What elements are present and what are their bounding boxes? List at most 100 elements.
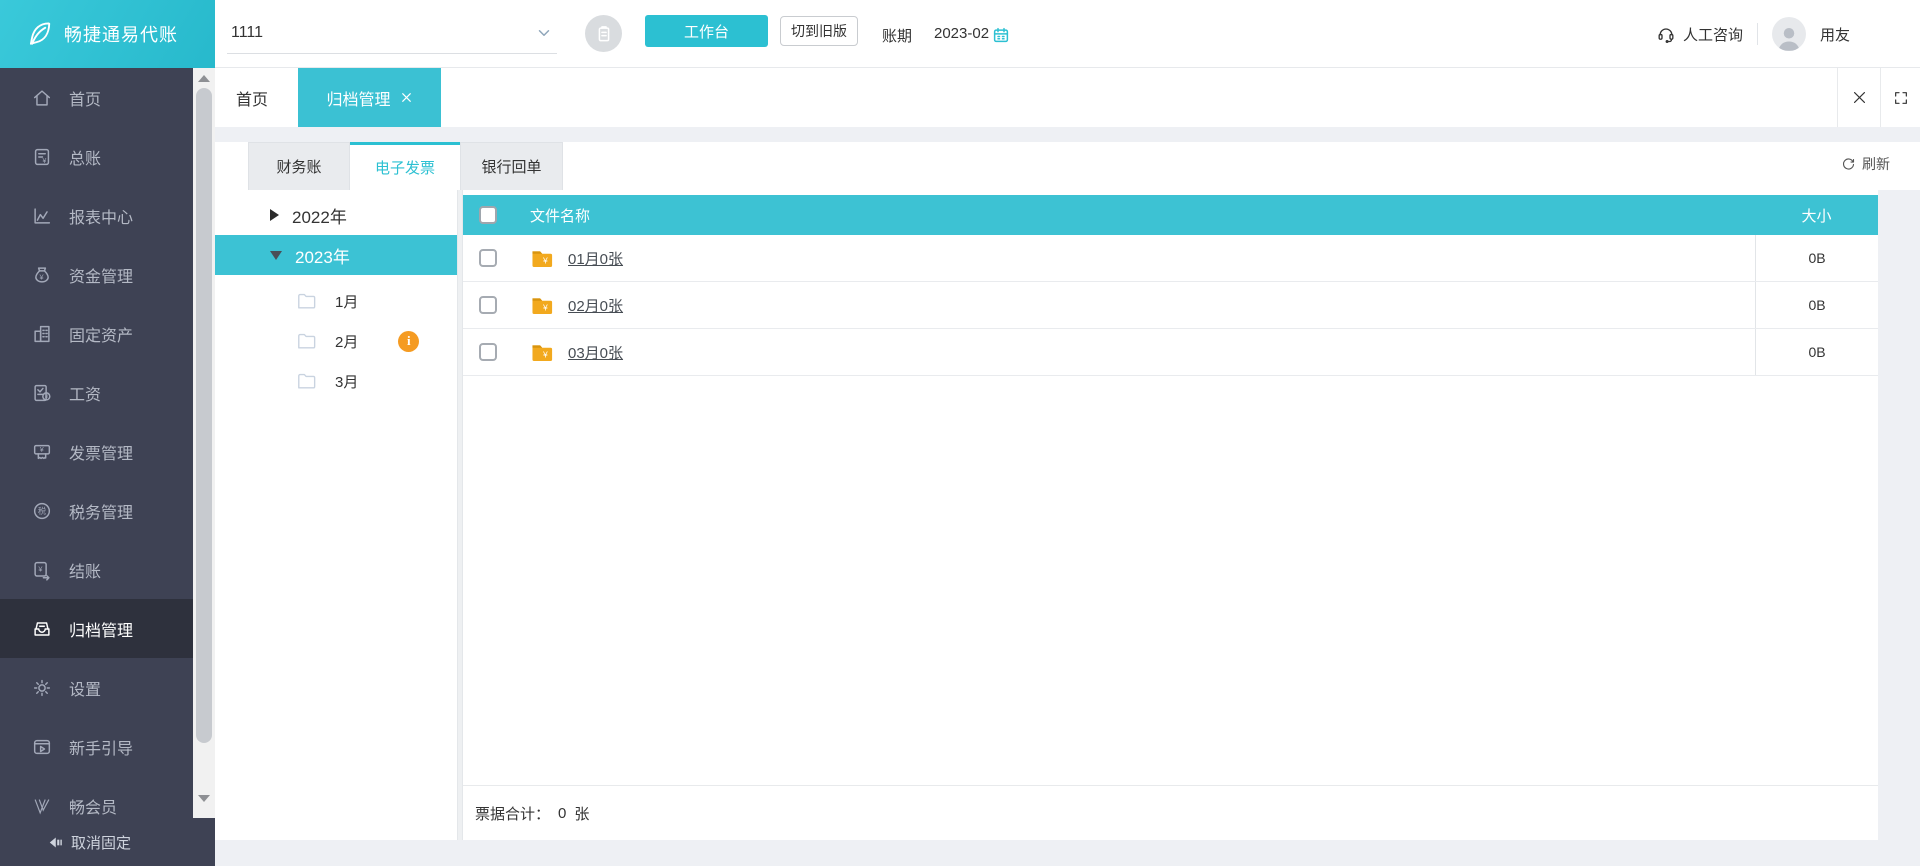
sidebar-item-label: 归档管理: [69, 622, 134, 640]
svg-text:¥: ¥: [40, 447, 44, 454]
period-value[interactable]: 2023-02: [934, 25, 989, 42]
sidebar-item-label: 发票管理: [69, 445, 134, 463]
calendar-icon[interactable]: [992, 26, 1010, 44]
tab-e-invoice[interactable]: 电子发票: [350, 142, 460, 190]
sidebar-item-label: 总账: [69, 150, 102, 168]
tree-year-2023-selected[interactable]: 2023年: [215, 235, 457, 275]
folder-icon: ¥: [530, 295, 554, 315]
tree-year-2022[interactable]: 2022年: [215, 195, 457, 235]
fullscreen-button[interactable]: [1880, 68, 1920, 127]
refresh-button[interactable]: 刷新: [1841, 154, 1890, 174]
sidebar-item-funds[interactable]: ¥ 资金管理: [0, 245, 193, 304]
row-checkbox[interactable]: [479, 296, 497, 314]
tab-archive-active[interactable]: 归档管理: [298, 68, 441, 127]
tab-finance-account[interactable]: 财务账: [248, 142, 350, 190]
support-button[interactable]: 人工咨询: [1656, 24, 1743, 45]
home-icon: [30, 86, 54, 110]
sidebar-item-archive[interactable]: 归档管理: [0, 599, 193, 658]
folder-outline-icon: [296, 332, 317, 350]
file-link[interactable]: 02月0张: [568, 295, 623, 316]
tax-icon: 税: [30, 499, 54, 523]
app-logo: 畅捷通易代账: [0, 0, 215, 68]
sidebar-item-tax[interactable]: 税 税务管理: [0, 481, 193, 540]
invoice-icon: ¥: [30, 440, 54, 464]
sidebar-item-label: 设置: [69, 681, 102, 699]
expanded-arrow-icon[interactable]: [270, 250, 282, 260]
close-panel-button[interactable]: [1837, 68, 1880, 127]
svg-text:¥: ¥: [542, 350, 548, 360]
table-row: ¥ 03月0张 0B: [463, 329, 1878, 376]
scrollbar-thumb[interactable]: [196, 88, 212, 743]
tree-month-label: 3月: [335, 373, 359, 391]
tree-month-jan[interactable]: 1月: [215, 281, 457, 321]
row-checkbox[interactable]: [479, 249, 497, 267]
clipboard-icon-button[interactable]: [585, 15, 622, 52]
collapse-left-icon: [48, 834, 65, 851]
tab-archive-label: 归档管理: [326, 91, 391, 109]
header-divider: [1756, 23, 1758, 45]
file-link[interactable]: 03月0张: [568, 342, 623, 363]
sidebar-scrollbar[interactable]: [193, 68, 215, 818]
folder-icon: ¥: [530, 342, 554, 362]
svg-text:¥: ¥: [542, 303, 548, 313]
totals-value: 0: [558, 804, 567, 822]
table-header-row: 文件名称 大小: [463, 195, 1878, 235]
switch-old-version-button[interactable]: 切到旧版: [780, 16, 858, 46]
gear-icon: [30, 676, 54, 700]
sidebar-item-label: 税务管理: [69, 504, 134, 522]
sidebar-item-ledger[interactable]: ¥ 总账: [0, 127, 193, 186]
workbench-button[interactable]: 工作台: [645, 15, 768, 47]
account-select[interactable]: 1111: [227, 12, 557, 54]
svg-text:¥: ¥: [40, 272, 45, 281]
sidebar-item-closing[interactable]: ¥ 结账: [0, 540, 193, 599]
unpin-label: 取消固定: [71, 834, 132, 852]
tree-month-label: 1月: [335, 293, 359, 311]
archive-panel-body: 2022年 2023年 1月 2月 i 3月 文件名称 大小 ¥ 01月0张 0…: [215, 190, 1878, 840]
file-link[interactable]: 01月0张: [568, 248, 623, 269]
user-avatar[interactable]: [1771, 17, 1806, 51]
report-chart-icon: [30, 204, 54, 228]
tab-close-icon[interactable]: [400, 91, 413, 104]
sidebar-item-member[interactable]: 畅会员: [0, 776, 193, 818]
sidebar-item-fixed-assets[interactable]: 固定资产: [0, 304, 193, 363]
tab-home[interactable]: 首页: [221, 68, 283, 127]
tab-bank-receipt[interactable]: 银行回单: [460, 142, 563, 190]
files-table: 文件名称 大小 ¥ 01月0张 0B ¥ 02月0张 0B ¥ 03月0张 0B: [463, 195, 1878, 376]
sidebar-item-payroll[interactable]: ¥ 工资: [0, 363, 193, 422]
sidebar-item-guide[interactable]: 新手引导: [0, 717, 193, 776]
tree-month-feb[interactable]: 2月 i: [215, 321, 457, 361]
tree-month-mar[interactable]: 3月: [215, 361, 457, 401]
scroll-up-arrow-icon[interactable]: [193, 70, 215, 86]
sidebar-item-invoices[interactable]: ¥ 发票管理: [0, 422, 193, 481]
svg-text:税: 税: [38, 505, 46, 515]
username[interactable]: 用友: [1820, 24, 1850, 45]
svg-text:¥: ¥: [38, 564, 43, 573]
column-header-filename: 文件名称: [530, 207, 591, 225]
row-checkbox[interactable]: [479, 343, 497, 361]
ledger-icon: ¥: [30, 145, 54, 169]
collapsed-arrow-icon[interactable]: [270, 209, 279, 221]
sidebar-item-label: 畅会员: [69, 799, 118, 817]
page-tabstrip: 首页 归档管理: [215, 68, 1920, 127]
sidebar-item-label: 报表中心: [69, 209, 134, 227]
app-window: 畅捷通易代账 1111 工作台 切到旧版 账期 2023-02 人工咨询 用友 …: [0, 0, 1920, 866]
sidebar-item-reports[interactable]: 报表中心: [0, 186, 193, 245]
tree-year-label: 2023年: [295, 247, 350, 267]
sidebar-item-settings[interactable]: 设置: [0, 658, 193, 717]
table-row: ¥ 01月0张 0B: [463, 235, 1878, 282]
header-right-group: 人工咨询 用友: [1656, 0, 1920, 68]
info-badge-icon[interactable]: i: [398, 330, 420, 352]
tree-year-label: 2022年: [292, 207, 347, 227]
sidebar-item-home[interactable]: 首页: [0, 68, 193, 127]
archive-type-tabs: 财务账 电子发票 银行回单 刷新: [215, 142, 1920, 190]
sidebar-item-label: 新手引导: [69, 740, 134, 758]
scroll-down-arrow-icon[interactable]: [193, 790, 215, 806]
file-size: 0B: [1755, 282, 1878, 328]
closing-book-icon: ¥: [30, 558, 54, 582]
sidebar-unpin-button[interactable]: 取消固定: [0, 818, 215, 866]
folder-outline-icon: [296, 292, 317, 310]
sidebar-nav: 首页 ¥ 总账 报表中心 ¥ 资金管理 固定资产 ¥ 工资 ¥ 发票管理 税 税…: [0, 68, 193, 818]
column-header-size: 大小: [1801, 207, 1832, 225]
file-size: 0B: [1755, 235, 1878, 281]
select-all-checkbox[interactable]: [479, 206, 497, 224]
